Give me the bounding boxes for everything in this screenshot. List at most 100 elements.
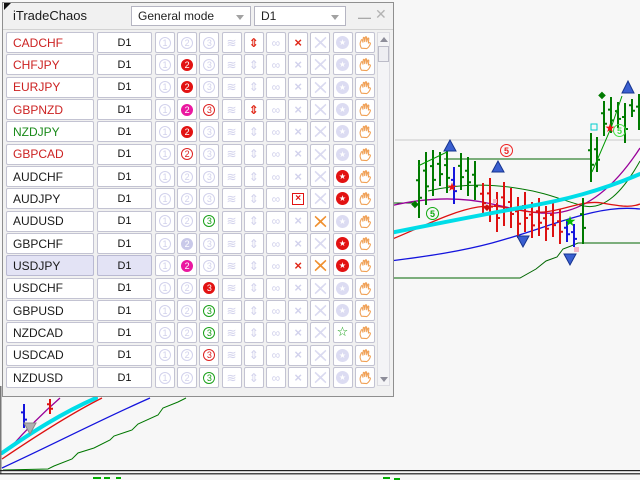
icon-close-x[interactable]: × [288,233,309,255]
icon-star[interactable]: ★ [332,210,353,232]
icon-signal-3[interactable]: 3 [199,188,220,210]
pair-cell[interactable]: NZDUSD [6,367,94,389]
icon-close-x[interactable]: × [288,322,309,344]
icon-updown-arrows[interactable]: ⇕ [243,277,264,299]
icon-signal-3[interactable]: 3 [199,344,220,366]
icon-waves[interactable]: ≋ [221,322,242,344]
icon-close-x[interactable]: × [288,255,309,277]
icon-updown-arrows[interactable]: ⇕ [243,143,264,165]
icon-waves[interactable]: ≋ [221,32,242,53]
icon-updown-arrows[interactable]: ⇕ [243,32,264,53]
icon-cross[interactable] [310,233,331,255]
icon-signal-1[interactable]: 1 [155,143,175,165]
icon-chain[interactable]: ∞ [265,76,286,98]
icon-chain[interactable]: ∞ [265,233,286,255]
icon-signal-1[interactable]: 1 [155,210,175,232]
icon-cross[interactable] [310,166,331,188]
icon-signal-2[interactable]: 2 [177,233,198,255]
minimize-button[interactable]: — [358,11,371,24]
icon-star[interactable]: ★ [332,54,353,76]
timeframe-cell[interactable]: D1 [97,143,152,165]
icon-hand[interactable] [354,121,375,143]
icon-updown-arrows[interactable]: ⇕ [243,344,264,366]
icon-cross[interactable] [310,277,331,299]
icon-star[interactable]: ★ [332,143,353,165]
icon-signal-2[interactable]: 2 [177,210,198,232]
icon-close-x[interactable]: × [288,188,309,210]
icon-updown-arrows[interactable]: ⇕ [243,188,264,210]
icon-chain[interactable]: ∞ [265,188,286,210]
icon-updown-arrows[interactable]: ⇕ [243,322,264,344]
icon-star[interactable]: ★ [332,367,353,389]
icon-close-x[interactable]: × [288,54,309,76]
icon-waves[interactable]: ≋ [221,166,242,188]
icon-signal-1[interactable]: 1 [155,32,175,53]
icon-waves[interactable]: ≋ [221,233,242,255]
icon-waves[interactable]: ≋ [221,143,242,165]
icon-hand[interactable] [354,255,375,277]
icon-close-x[interactable]: × [288,367,309,389]
icon-star[interactable]: ★ [332,277,353,299]
icon-chain[interactable]: ∞ [265,367,286,389]
icon-hand[interactable] [354,166,375,188]
icon-signal-3[interactable]: 3 [199,121,220,143]
icon-hand[interactable] [354,210,375,232]
icon-star[interactable]: ★ [332,76,353,98]
icon-chain[interactable]: ∞ [265,143,286,165]
icon-chain[interactable]: ∞ [265,344,286,366]
icon-hand[interactable] [354,344,375,366]
icon-signal-2[interactable]: 2 [177,255,198,277]
icon-updown-arrows[interactable]: ⇕ [243,54,264,76]
icon-star[interactable]: ★ [332,300,353,322]
icon-updown-arrows[interactable]: ⇕ [243,300,264,322]
scrollbar-up-button[interactable] [378,33,389,45]
timeframe-cell[interactable]: D1 [97,32,152,53]
icon-signal-2[interactable]: 2 [177,300,198,322]
icon-updown-arrows[interactable]: ⇕ [243,121,264,143]
pair-cell[interactable]: GBPCAD [6,143,94,165]
icon-star[interactable]: ☆ [332,322,353,344]
icon-close-x[interactable]: × [288,277,309,299]
pair-cell[interactable]: GBPCHF [6,233,94,255]
icon-signal-2[interactable]: 2 [177,54,198,76]
icon-updown-arrows[interactable]: ⇕ [243,255,264,277]
icon-signal-1[interactable]: 1 [155,99,175,121]
pair-cell[interactable]: CHFJPY [6,54,94,76]
icon-cross[interactable] [310,143,331,165]
icon-chain[interactable]: ∞ [265,322,286,344]
icon-star[interactable]: ★ [332,188,353,210]
timeframe-cell[interactable]: D1 [97,166,152,188]
icon-updown-arrows[interactable]: ⇕ [243,367,264,389]
icon-waves[interactable]: ≋ [221,99,242,121]
timeframe-cell[interactable]: D1 [97,76,152,98]
icon-signal-1[interactable]: 1 [155,300,175,322]
icon-chain[interactable]: ∞ [265,166,286,188]
icon-signal-3[interactable]: 3 [199,143,220,165]
icon-updown-arrows[interactable]: ⇕ [243,99,264,121]
icon-updown-arrows[interactable]: ⇕ [243,166,264,188]
icon-signal-2[interactable]: 2 [177,99,198,121]
icon-close-x[interactable]: × [288,143,309,165]
icon-signal-2[interactable]: 2 [177,121,198,143]
pair-cell[interactable]: USDCAD [6,344,94,366]
icon-star[interactable]: ★ [332,121,353,143]
icon-close-x[interactable]: × [288,166,309,188]
icon-waves[interactable]: ≋ [221,76,242,98]
icon-signal-3[interactable]: 3 [199,300,220,322]
icon-hand[interactable] [354,54,375,76]
icon-waves[interactable]: ≋ [221,255,242,277]
icon-hand[interactable] [354,188,375,210]
icon-hand[interactable] [354,300,375,322]
icon-hand[interactable] [354,76,375,98]
close-button[interactable]: ✕ [375,7,387,21]
scrollbar-thumb[interactable] [378,46,389,62]
icon-signal-2[interactable]: 2 [177,188,198,210]
pair-cell[interactable]: USDJPY [6,255,94,277]
icon-cross[interactable] [310,210,331,232]
pair-cell[interactable]: EURJPY [6,76,94,98]
pair-cell[interactable]: GBPNZD [6,99,94,121]
icon-signal-2[interactable]: 2 [177,143,198,165]
icon-signal-3[interactable]: 3 [199,255,220,277]
icon-chain[interactable]: ∞ [265,32,286,53]
icon-signal-2[interactable]: 2 [177,166,198,188]
